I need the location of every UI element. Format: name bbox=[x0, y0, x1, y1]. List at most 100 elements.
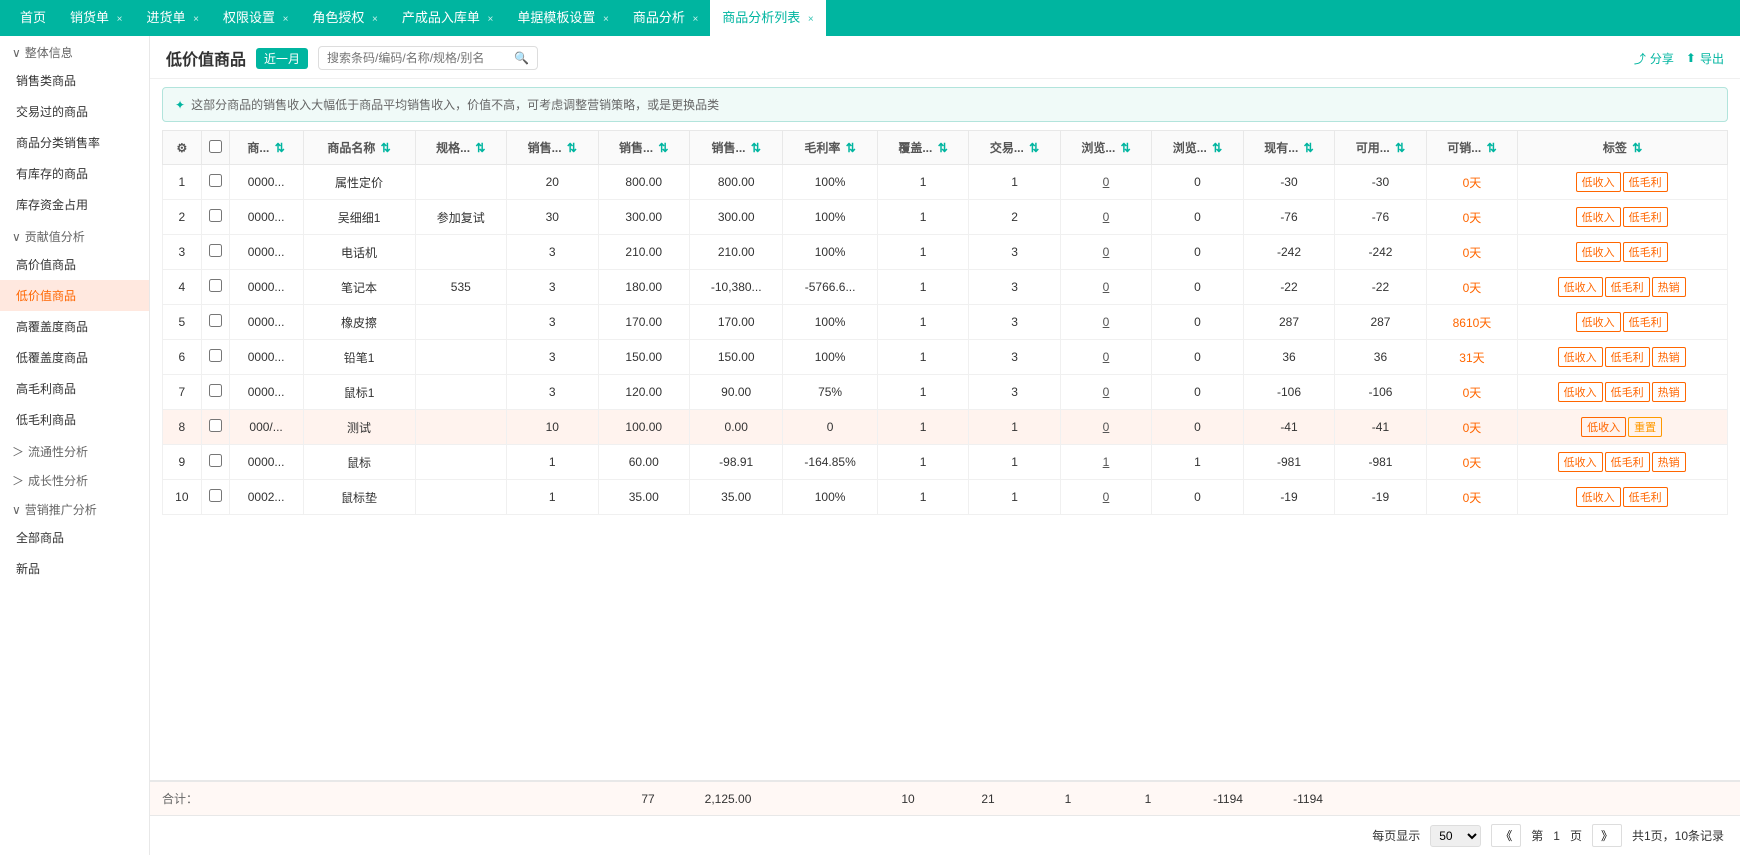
table-row: 4 0000... 笔记本 535 3 180.00 -10,380... -5… bbox=[163, 270, 1728, 305]
cell-sales-amount: 170.00 bbox=[598, 305, 689, 340]
col-spec[interactable]: 规格... ⇅ bbox=[415, 131, 506, 165]
views-link[interactable]: 0 bbox=[1103, 280, 1110, 294]
cell-spec: 535 bbox=[415, 270, 506, 305]
col-available-stock[interactable]: 可用... ⇅ bbox=[1335, 131, 1426, 165]
sidebar-group-circulation[interactable]: ＞ 流通性分析 bbox=[0, 435, 149, 464]
sidebar-item-high-coverage[interactable]: 高覆盖度商品 bbox=[0, 311, 149, 342]
table-row: 3 0000... 电话机 3 210.00 210.00 100% 1 3 0… bbox=[163, 235, 1728, 270]
col-sales-amount[interactable]: 销售... ⇅ bbox=[598, 131, 689, 165]
sidebar-group-marketing[interactable]: ∨ 营销推广分析 bbox=[0, 493, 149, 522]
select-all-checkbox[interactable] bbox=[209, 140, 222, 153]
nav-product-analysis-list[interactable]: 商品分析列表 × bbox=[710, 0, 825, 36]
sidebar-item-all-products[interactable]: 全部商品 bbox=[0, 522, 149, 553]
row-checkbox[interactable] bbox=[209, 314, 222, 327]
main-content: 低价值商品 近一月 🔍 ⤴ 分享 ⬆ 导出 ✦ 这部分商品的销售收入大幅低于商品… bbox=[150, 36, 1740, 855]
cell-coverage: 1 bbox=[877, 270, 968, 305]
sidebar-item-high-margin[interactable]: 高毛利商品 bbox=[0, 373, 149, 404]
row-checkbox[interactable] bbox=[209, 489, 222, 502]
views-link[interactable]: 0 bbox=[1103, 490, 1110, 504]
time-filter-button[interactable]: 近一月 bbox=[256, 48, 308, 69]
views-link[interactable]: 0 bbox=[1103, 315, 1110, 329]
row-checkbox[interactable] bbox=[209, 279, 222, 292]
col-sellable[interactable]: 可销... ⇅ bbox=[1426, 131, 1517, 165]
search-input[interactable] bbox=[327, 51, 514, 65]
page-label: 第 bbox=[1531, 827, 1543, 844]
total-info: 共1页，10条记录 bbox=[1632, 827, 1724, 844]
nav-purchase-order[interactable]: 进货单 × bbox=[134, 0, 210, 36]
tag-label: 低毛利 bbox=[1605, 452, 1650, 472]
col-code[interactable]: 商... ⇅ bbox=[229, 131, 303, 165]
sidebar-item-traded-products[interactable]: 交易过的商品 bbox=[0, 96, 149, 127]
col-sales-qty[interactable]: 销售... ⇅ bbox=[507, 131, 598, 165]
sidebar-item-category-sales-rate[interactable]: 商品分类销售率 bbox=[0, 127, 149, 158]
cell-coverage: 1 bbox=[877, 375, 968, 410]
cell-sales-qty: 1 bbox=[507, 480, 598, 515]
row-checkbox[interactable] bbox=[209, 174, 222, 187]
row-checkbox[interactable] bbox=[209, 349, 222, 362]
cell-views2: 0 bbox=[1152, 235, 1243, 270]
col-trade-count[interactable]: 交易... ⇅ bbox=[969, 131, 1060, 165]
col-sales-profit[interactable]: 销售... ⇅ bbox=[690, 131, 783, 165]
col-views2[interactable]: 浏览... ⇅ bbox=[1152, 131, 1243, 165]
col-settings[interactable]: ⚙ bbox=[163, 131, 202, 165]
export-icon: ⬆ bbox=[1686, 51, 1696, 65]
col-coverage[interactable]: 覆盖... ⇅ bbox=[877, 131, 968, 165]
row-checkbox[interactable] bbox=[209, 244, 222, 257]
row-checkbox[interactable] bbox=[209, 209, 222, 222]
views-link[interactable]: 0 bbox=[1103, 350, 1110, 364]
cell-no: 10 bbox=[163, 480, 202, 515]
chevron-right-icon: ＞ bbox=[12, 472, 24, 489]
sidebar-item-high-value[interactable]: 高价值商品 bbox=[0, 249, 149, 280]
prev-page-button[interactable]: 《 bbox=[1491, 824, 1521, 847]
cell-code: 0000... bbox=[229, 200, 303, 235]
row-checkbox[interactable] bbox=[209, 454, 222, 467]
nav-sales-order[interactable]: 销货单 × bbox=[58, 0, 134, 36]
share-button[interactable]: ⤴ 分享 bbox=[1634, 50, 1674, 67]
cell-checkbox bbox=[201, 410, 229, 445]
sidebar-item-low-margin[interactable]: 低毛利商品 bbox=[0, 404, 149, 435]
next-page-button[interactable]: 》 bbox=[1592, 824, 1622, 847]
col-tags[interactable]: 标签 ⇅ bbox=[1518, 131, 1728, 165]
views-link[interactable]: 0 bbox=[1103, 210, 1110, 224]
sidebar-group-growth[interactable]: ＞ 成长性分析 bbox=[0, 464, 149, 493]
views-link[interactable]: 0 bbox=[1103, 385, 1110, 399]
nav-permission[interactable]: 权限设置 × bbox=[211, 0, 300, 36]
cell-sales-amount: 35.00 bbox=[598, 480, 689, 515]
sidebar-item-sales-products[interactable]: 销售类商品 bbox=[0, 65, 149, 96]
cell-trade-count: 1 bbox=[969, 445, 1060, 480]
nav-role-auth[interactable]: 角色授权 × bbox=[300, 0, 389, 36]
col-views1[interactable]: 浏览... ⇅ bbox=[1060, 131, 1151, 165]
row-checkbox[interactable] bbox=[209, 419, 222, 432]
sidebar-item-stocked-products[interactable]: 有库存的商品 bbox=[0, 158, 149, 189]
nav-template-settings[interactable]: 单据模板设置 × bbox=[505, 0, 620, 36]
cell-current-stock: -41 bbox=[1243, 410, 1334, 445]
sidebar-group-contribution[interactable]: ∨ 贡献值分析 bbox=[0, 220, 149, 249]
nav-product-storage[interactable]: 产成品入库单 × bbox=[390, 0, 505, 36]
views-link[interactable]: 0 bbox=[1103, 245, 1110, 259]
table-row: 7 0000... 鼠标1 3 120.00 90.00 75% 1 3 0 0… bbox=[163, 375, 1728, 410]
sidebar-item-low-coverage[interactable]: 低覆盖度商品 bbox=[0, 342, 149, 373]
content-header: 低价值商品 近一月 🔍 ⤴ 分享 ⬆ 导出 bbox=[150, 36, 1740, 79]
views-link[interactable]: 0 bbox=[1103, 420, 1110, 434]
export-button[interactable]: ⬆ 导出 bbox=[1686, 50, 1724, 67]
nav-home[interactable]: 首页 bbox=[8, 0, 58, 36]
page-title: 低价值商品 bbox=[166, 46, 246, 70]
cell-code: 0000... bbox=[229, 270, 303, 305]
views-link[interactable]: 1 bbox=[1103, 455, 1110, 469]
sidebar-item-low-value[interactable]: 低价值商品 bbox=[0, 280, 149, 311]
cell-views2: 0 bbox=[1152, 200, 1243, 235]
cell-sales-qty: 3 bbox=[507, 270, 598, 305]
per-page-select[interactable]: 50 100 200 bbox=[1430, 825, 1481, 847]
col-name[interactable]: 商品名称 ⇅ bbox=[303, 131, 415, 165]
nav-product-analysis[interactable]: 商品分析 × bbox=[621, 0, 710, 36]
search-icon[interactable]: 🔍 bbox=[514, 51, 529, 65]
sidebar-group-overview[interactable]: ∨ 整体信息 bbox=[0, 36, 149, 65]
sidebar-item-stock-capital[interactable]: 库存资金占用 bbox=[0, 189, 149, 220]
col-gross-margin[interactable]: 毛利率 ⇅ bbox=[783, 131, 877, 165]
col-current-stock[interactable]: 现有... ⇅ bbox=[1243, 131, 1334, 165]
cell-gross-margin: 100% bbox=[783, 165, 877, 200]
row-checkbox[interactable] bbox=[209, 384, 222, 397]
views-link[interactable]: 0 bbox=[1103, 175, 1110, 189]
cell-views1: 0 bbox=[1060, 235, 1151, 270]
sidebar-item-new-products[interactable]: 新品 bbox=[0, 553, 149, 584]
